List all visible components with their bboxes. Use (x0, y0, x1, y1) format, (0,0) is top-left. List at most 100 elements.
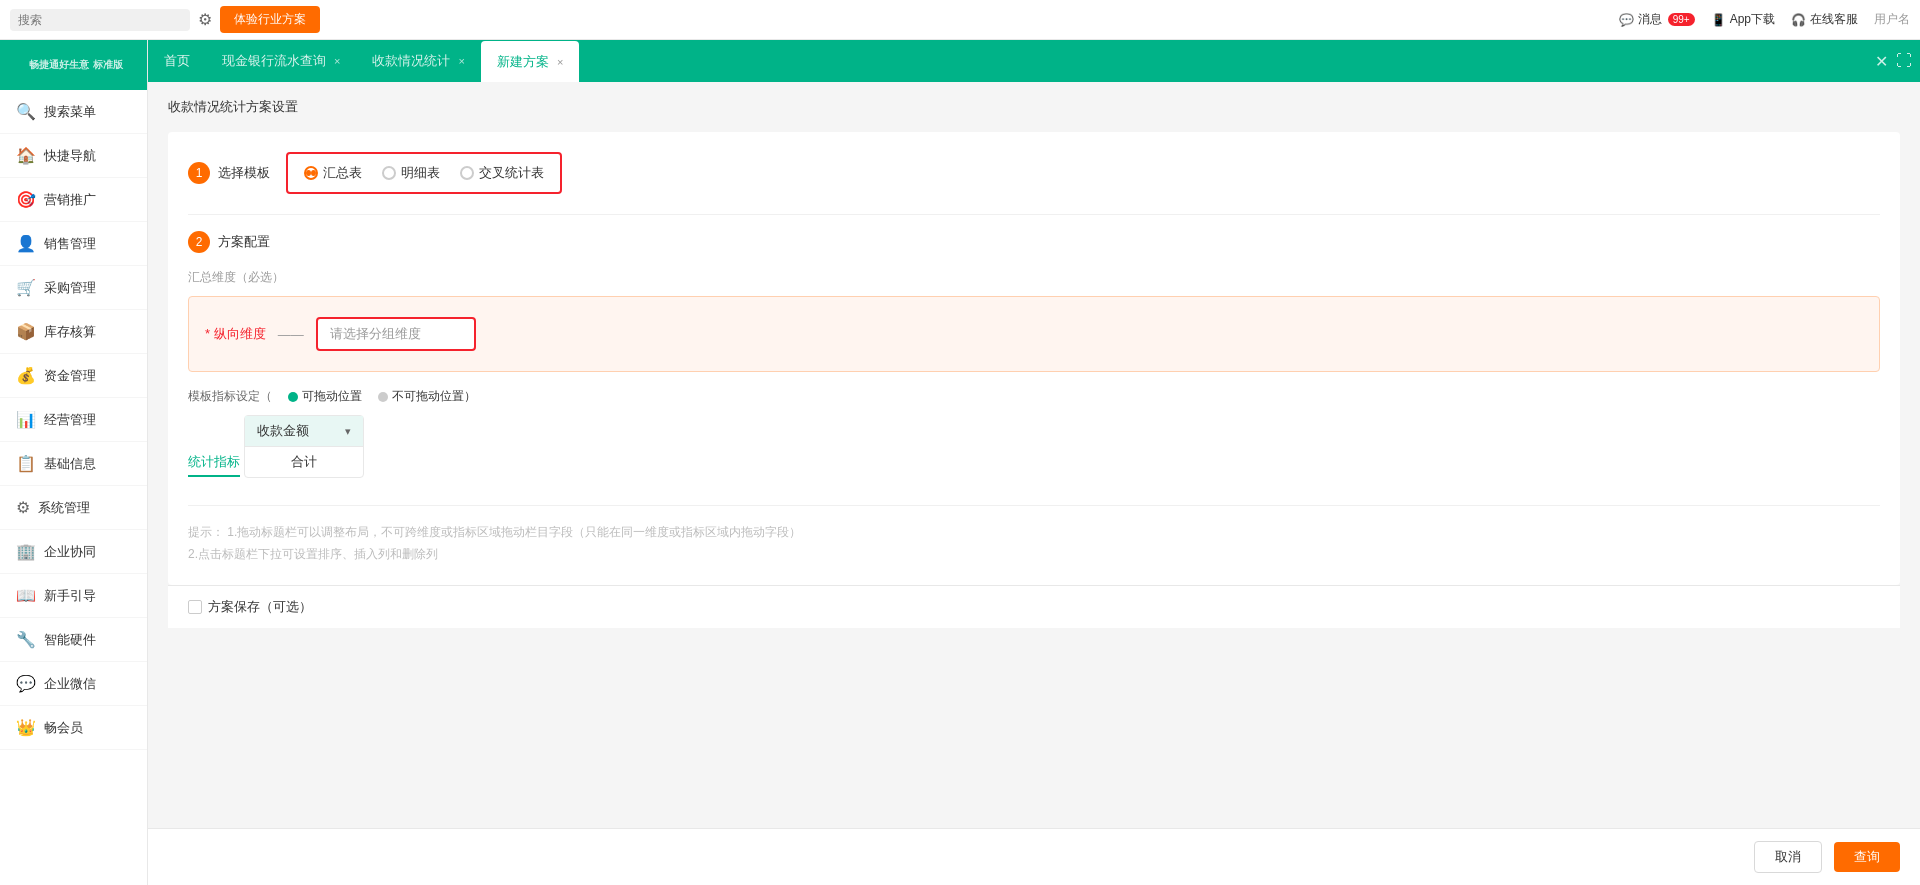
metrics-table-header[interactable]: 收款金额 ▾ (245, 416, 363, 447)
hardware-icon: 🔧 (16, 630, 36, 649)
sidebar: 畅捷通好生意 标准版 🔍 搜索菜单 🏠 快捷导航 🎯 营销推广 👤 销售管理 🛒… (0, 40, 148, 885)
step1-num: 1 (188, 162, 210, 184)
metrics-col-header: 收款金额 (257, 422, 309, 440)
tips-section: 提示： 1.拖动标题栏可以调整布局，不可跨维度或指标区域拖动栏目字段（只能在同一… (188, 505, 1880, 565)
management-icon: 📊 (16, 410, 36, 429)
notification-btn[interactable]: 💬 消息 99+ (1619, 11, 1695, 28)
purchase-icon: 🛒 (16, 278, 36, 297)
tab-bank[interactable]: 现金银行流水查询 × (206, 40, 356, 82)
sidebar-label: 系统管理 (38, 499, 90, 517)
sidebar-item-management[interactable]: 📊 经营管理 (0, 398, 147, 442)
gear-icon[interactable]: ⚙ (198, 10, 212, 29)
sidebar-item-guide[interactable]: 📖 新手引导 (0, 574, 147, 618)
dimension-placeholder: 请选择分组维度 (330, 326, 421, 341)
draggable-label: 可拖动位置 (302, 388, 362, 405)
radio-detail-label: 明细表 (401, 164, 440, 182)
cancel-button[interactable]: 取消 (1754, 841, 1822, 873)
support-btn[interactable]: 🎧 在线客服 (1791, 11, 1858, 28)
tab-receipt[interactable]: 收款情况统计 × (356, 40, 480, 82)
sales-icon: 👤 (16, 234, 36, 253)
tab-bar: 首页 现金银行流水查询 × 收款情况统计 × 新建方案 × ✕ ⛶ (148, 40, 1920, 82)
tab-new-plan-label: 新建方案 (497, 53, 549, 71)
sidebar-item-system[interactable]: ⚙ 系统管理 (0, 486, 147, 530)
sidebar-label: 畅会员 (44, 719, 83, 737)
divider1 (188, 214, 1880, 215)
page-content: 收款情况统计方案设置 1 选择模板 汇总表 明细表 (148, 82, 1920, 828)
tab-bank-close[interactable]: × (334, 55, 340, 67)
non-draggable-badge: 不可拖动位置） (378, 388, 476, 405)
tab-new-plan[interactable]: 新建方案 × (481, 41, 579, 83)
download-icon: 📱 (1711, 13, 1726, 27)
sidebar-label: 搜索菜单 (44, 103, 96, 121)
dimension-section-label: 汇总维度（必选） (188, 269, 1880, 286)
template-selection-box: 汇总表 明细表 交叉统计表 (286, 152, 562, 194)
sidebar-label: 智能硬件 (44, 631, 96, 649)
home-icon: 🏠 (16, 146, 36, 165)
sidebar-label: 基础信息 (44, 455, 96, 473)
step2-num: 2 (188, 231, 210, 253)
wechat-icon: 💬 (16, 674, 36, 693)
system-icon: ⚙ (16, 498, 30, 517)
sidebar-item-vip[interactable]: 👑 畅会员 (0, 706, 147, 750)
sidebar-item-enterprise[interactable]: 🏢 企业协同 (0, 530, 147, 574)
draggable-badge: 可拖动位置 (288, 388, 362, 405)
basic-icon: 📋 (16, 454, 36, 473)
sidebar-item-basic[interactable]: 📋 基础信息 (0, 442, 147, 486)
dimension-select[interactable]: 请选择分组维度 (316, 317, 476, 351)
sidebar-item-wechat[interactable]: 💬 企业微信 (0, 662, 147, 706)
sidebar-item-sales[interactable]: 👤 销售管理 (0, 222, 147, 266)
sidebar-item-marketing[interactable]: 🎯 营销推广 (0, 178, 147, 222)
tab-receipt-close[interactable]: × (458, 55, 464, 67)
tab-new-plan-close[interactable]: × (557, 56, 563, 68)
tab-bank-label: 现金银行流水查询 (222, 52, 326, 70)
sidebar-item-finance[interactable]: 💰 资金管理 (0, 354, 147, 398)
radio-cross-label: 交叉统计表 (479, 164, 544, 182)
save-checkbox-row[interactable]: 方案保存（可选） (188, 598, 312, 616)
sidebar-item-inventory[interactable]: 📦 库存核算 (0, 310, 147, 354)
notification-badge: 99+ (1668, 13, 1695, 26)
metrics-header: 模板指标设定（ 可拖动位置 不可拖动位置） (188, 388, 1880, 405)
sidebar-label: 企业协同 (44, 543, 96, 561)
step1-label: 选择模板 (218, 164, 270, 182)
download-btn[interactable]: 📱 App下载 (1711, 11, 1775, 28)
logo-text: 畅捷通好生意 (29, 58, 89, 72)
tab-bar-right: ✕ ⛶ (1875, 52, 1920, 71)
inventory-icon: 📦 (16, 322, 36, 341)
sidebar-logo: 畅捷通好生意 标准版 (0, 40, 147, 90)
vertical-dim-label: * 纵向维度 (205, 325, 266, 343)
metrics-header-text: 模板指标设定（ (188, 388, 272, 405)
top-bar-right: 💬 消息 99+ 📱 App下载 🎧 在线客服 用户名 (1619, 11, 1910, 28)
step1-row: 1 选择模板 汇总表 明细表 交叉统计表 (188, 152, 1880, 194)
vip-icon: 👑 (16, 718, 36, 737)
sidebar-label: 资金管理 (44, 367, 96, 385)
download-label: App下载 (1730, 11, 1775, 28)
drag-dot-inactive (378, 392, 388, 402)
chevron-down-icon[interactable]: ▾ (345, 425, 351, 438)
sidebar-item-hardware[interactable]: 🔧 智能硬件 (0, 618, 147, 662)
save-label: 方案保存（可选） (208, 598, 312, 616)
dimension-label-text: 汇总维度（必选） (188, 270, 284, 284)
support-label: 在线客服 (1810, 11, 1858, 28)
finance-icon: 💰 (16, 366, 36, 385)
content-area: 首页 现金银行流水查询 × 收款情况统计 × 新建方案 × ✕ ⛶ 收款情况统计… (148, 40, 1920, 885)
search-input[interactable] (10, 9, 190, 31)
query-button[interactable]: 查询 (1834, 842, 1900, 872)
sidebar-item-purchase[interactable]: 🛒 采购管理 (0, 266, 147, 310)
metrics-table: 收款金额 ▾ 合计 (244, 415, 364, 478)
tab-close-btn[interactable]: ✕ (1875, 52, 1888, 71)
industry-btn[interactable]: 体验行业方案 (220, 6, 320, 33)
sidebar-label: 营销推广 (44, 191, 96, 209)
tab-expand-btn[interactable]: ⛶ (1896, 52, 1912, 70)
save-checkbox[interactable] (188, 600, 202, 614)
radio-detail[interactable]: 明细表 (382, 164, 440, 182)
sidebar-item-home[interactable]: 🏠 快捷导航 (0, 134, 147, 178)
radio-cross-circle (460, 166, 474, 180)
tab-home[interactable]: 首页 (148, 40, 206, 82)
metrics-category-label: 统计指标 (188, 453, 240, 477)
metrics-section: 模板指标设定（ 可拖动位置 不可拖动位置） 统计指标 (188, 388, 1880, 485)
radio-summary[interactable]: 汇总表 (304, 164, 362, 182)
sidebar-item-search[interactable]: 🔍 搜索菜单 (0, 90, 147, 134)
message-label: 消息 (1638, 11, 1662, 28)
radio-cross[interactable]: 交叉统计表 (460, 164, 544, 182)
dimension-arrow: —— (278, 327, 304, 342)
